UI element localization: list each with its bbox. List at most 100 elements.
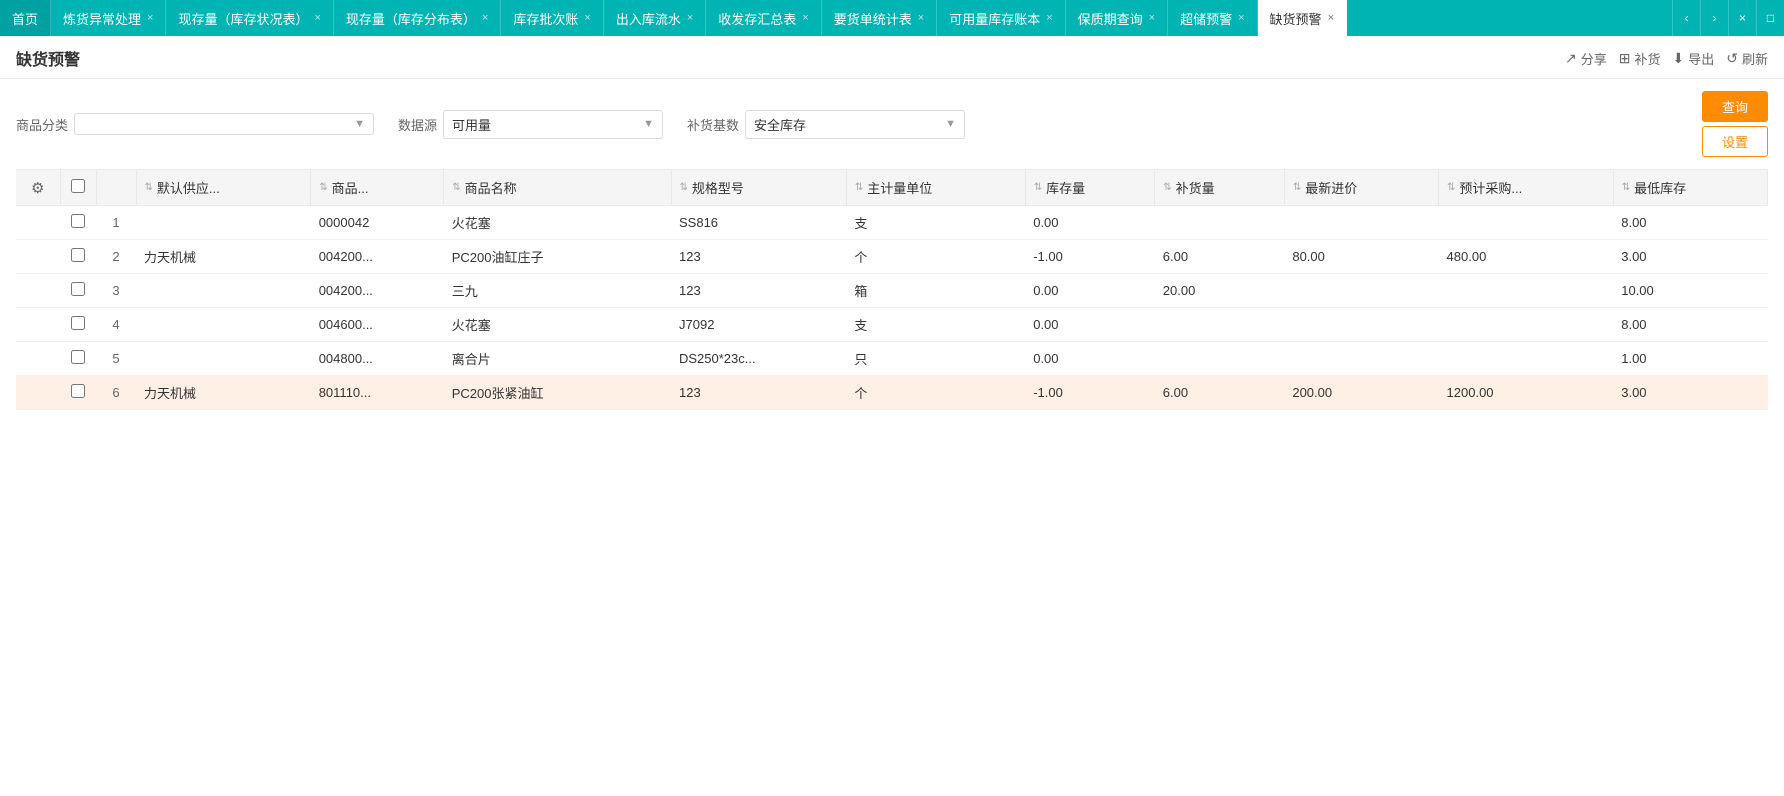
nav-item-label-10: 超储预警: [1180, 9, 1232, 28]
row-supplier-1: 力天机械: [136, 240, 311, 274]
nav-next-btn[interactable]: ›: [1700, 0, 1728, 36]
export-icon: ⬇: [1673, 50, 1685, 67]
col-supplier: ⇅ 默认供应...: [136, 170, 311, 206]
setting-button[interactable]: 设置: [1702, 126, 1768, 157]
col-unit-label: 主计量单位: [867, 178, 932, 197]
row-est-purchase-3: [1439, 308, 1614, 342]
row-checkbox-2[interactable]: [71, 282, 85, 296]
row-min-stock-4: 1.00: [1613, 342, 1767, 376]
col-unit: ⇅ 主计量单位: [846, 170, 1025, 206]
col-code-icon: ⇅: [319, 182, 327, 193]
replenish-btn[interactable]: ⊞ 补货: [1619, 49, 1661, 68]
row-check-cell-0: [60, 206, 96, 240]
row-checkbox-5[interactable]: [71, 384, 85, 398]
col-name: ⇅ 商品名称: [444, 170, 671, 206]
row-checkbox-3[interactable]: [71, 316, 85, 330]
nav-item-label-9: 保质期查询: [1078, 9, 1143, 28]
nav-item-1[interactable]: 炼货异常处理 ×: [51, 0, 166, 36]
nav-item-7[interactable]: 要货单统计表 ×: [822, 0, 937, 36]
nav-item-close-5[interactable]: ×: [687, 12, 693, 24]
table-row: 5004800...离合片DS250*23c...只0.001.00: [16, 342, 1768, 376]
refresh-btn[interactable]: ↺ 刷新: [1726, 49, 1768, 68]
row-est-purchase-4: [1439, 342, 1614, 376]
replenish-base-select[interactable]: 安全库存 ▼: [745, 110, 965, 139]
nav-item-close-1[interactable]: ×: [147, 12, 153, 24]
row-unit-1: 个: [846, 240, 1025, 274]
row-settings-cell-2: [16, 274, 60, 308]
nav-item-5[interactable]: 出入库流水×: [604, 0, 706, 36]
nav-item-close-11[interactable]: ×: [1328, 12, 1334, 24]
nav-item-4[interactable]: 库存批次账×: [501, 0, 603, 36]
nav-close-btn[interactable]: ×: [1728, 0, 1756, 36]
nav-item-close-6[interactable]: ×: [802, 12, 808, 24]
select-all-checkbox[interactable]: [71, 179, 85, 193]
row-no-5: 6: [96, 376, 136, 410]
row-unit-4: 只: [846, 342, 1025, 376]
col-min-stock: ⇅ 最低库存: [1613, 170, 1767, 206]
category-select[interactable]: ▼: [74, 113, 374, 135]
top-navigation: 首页炼货异常处理×现存量（库存状况表）×现存量（库存分布表）×库存批次账×出入库…: [0, 0, 1784, 36]
nav-item-0[interactable]: 首页: [0, 0, 51, 36]
col-latest-price: ⇅ 最新进价: [1284, 170, 1438, 206]
nav-item-2[interactable]: 现存量（库存状况表） ×: [166, 0, 333, 36]
replenish-icon: ⊞: [1619, 50, 1631, 67]
row-no-0: 1: [96, 206, 136, 240]
nav-item-10[interactable]: 超储预警 ×: [1168, 0, 1257, 36]
query-button[interactable]: 查询: [1702, 91, 1768, 122]
nav-item-label-8: 可用量库存账本: [949, 9, 1040, 28]
row-code-2: 004200...: [311, 274, 444, 308]
nav-item-label-11: 缺货预警: [1270, 9, 1322, 28]
row-min-stock-2: 10.00: [1613, 274, 1767, 308]
nav-item-9[interactable]: 保质期查询 ×: [1066, 0, 1168, 36]
table-settings-icon[interactable]: ⚙: [31, 179, 44, 197]
row-no-1: 2: [96, 240, 136, 274]
row-est-purchase-1: 480.00: [1439, 240, 1614, 274]
replenish-base-filter-group: 补货基数 安全库存 ▼: [687, 110, 965, 139]
nav-item-close-4[interactable]: ×: [584, 12, 590, 24]
row-latest-price-3: [1284, 308, 1438, 342]
nav-item-label-0: 首页: [12, 9, 38, 28]
nav-item-close-8[interactable]: ×: [1046, 12, 1052, 24]
col-stock-icon: ⇅: [1034, 182, 1042, 193]
row-code-1: 004200...: [311, 240, 444, 274]
nav-item-label-2: 现存量（库存状况表）: [178, 9, 308, 28]
export-btn[interactable]: ⬇ 导出: [1673, 49, 1715, 68]
row-stock-4: 0.00: [1025, 342, 1155, 376]
row-replenish-1: 6.00: [1155, 240, 1285, 274]
row-min-stock-3: 8.00: [1613, 308, 1767, 342]
nav-prev-btn[interactable]: ‹: [1672, 0, 1700, 36]
row-replenish-2: 20.00: [1155, 274, 1285, 308]
nav-item-close-7[interactable]: ×: [918, 12, 924, 24]
nav-item-label-1: 炼货异常处理: [63, 9, 141, 28]
table-row: 2力天机械004200...PC200油缸庄子123个-1.006.0080.0…: [16, 240, 1768, 274]
row-settings-cell-4: [16, 342, 60, 376]
refresh-icon: ↺: [1726, 50, 1738, 67]
row-checkbox-1[interactable]: [71, 248, 85, 262]
nav-item-6[interactable]: 收发存汇总表×: [706, 0, 821, 36]
row-min-stock-5: 3.00: [1613, 376, 1767, 410]
row-replenish-5: 6.00: [1155, 376, 1285, 410]
nav-item-3[interactable]: 现存量（库存分布表）×: [334, 0, 501, 36]
row-unit-5: 个: [846, 376, 1025, 410]
row-checkbox-0[interactable]: [71, 214, 85, 228]
share-btn[interactable]: ↗ 分享: [1565, 49, 1607, 68]
datasource-select-value: 可用量: [452, 115, 635, 134]
nav-item-close-10[interactable]: ×: [1238, 12, 1244, 24]
table-row: 6力天机械801110...PC200张紧油缸123个-1.006.00200.…: [16, 376, 1768, 410]
nav-item-8[interactable]: 可用量库存账本 ×: [937, 0, 1065, 36]
nav-item-11[interactable]: 缺货预警 ×: [1258, 0, 1347, 36]
nav-item-close-3[interactable]: ×: [482, 12, 488, 24]
page-title: 缺货预警: [16, 46, 80, 70]
row-supplier-2: [136, 274, 311, 308]
row-checkbox-4[interactable]: [71, 350, 85, 364]
nav-item-label-7: 要货单统计表: [834, 9, 912, 28]
nav-maximize-btn[interactable]: □: [1756, 0, 1784, 36]
datasource-select[interactable]: 可用量 ▼: [443, 110, 663, 139]
row-unit-0: 支: [846, 206, 1025, 240]
nav-item-close-2[interactable]: ×: [314, 12, 320, 24]
row-name-4: 离合片: [444, 342, 671, 376]
row-min-stock-0: 8.00: [1613, 206, 1767, 240]
nav-item-close-9[interactable]: ×: [1149, 12, 1155, 24]
col-latest-price-label: 最新进价: [1305, 178, 1357, 197]
row-spec-5: 123: [671, 376, 846, 410]
